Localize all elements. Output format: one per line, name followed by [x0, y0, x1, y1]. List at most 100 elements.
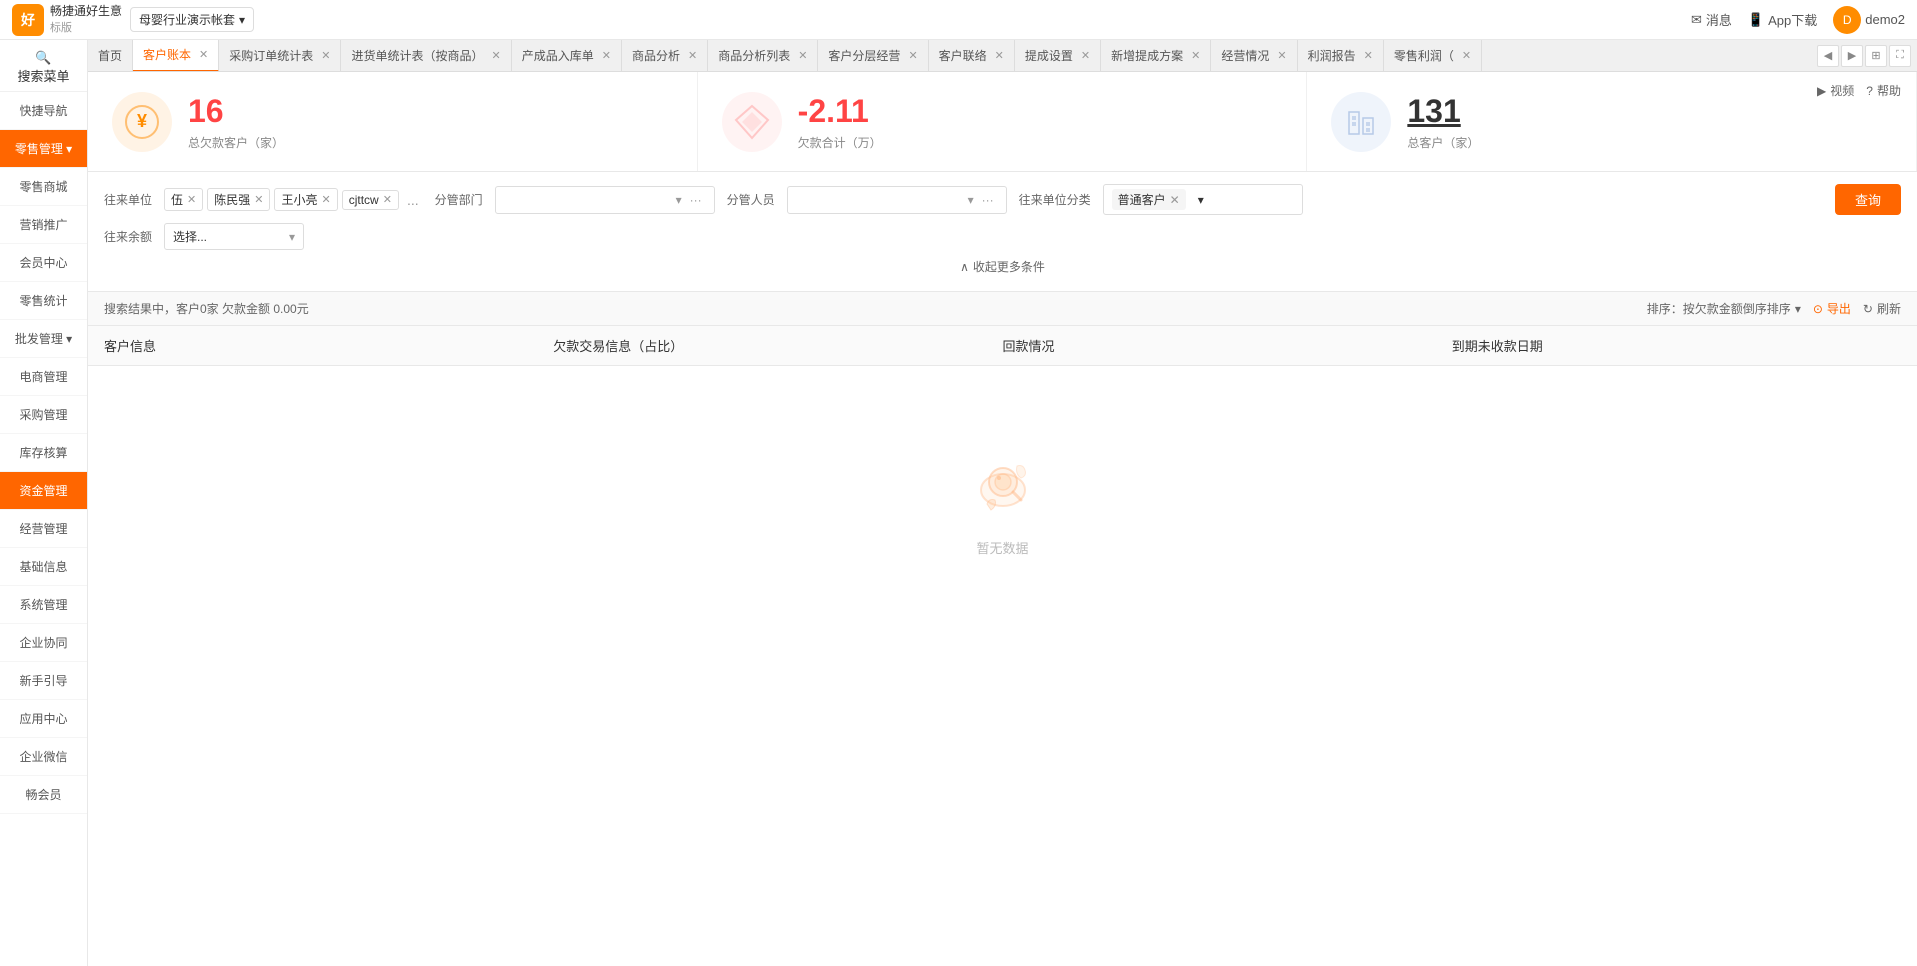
top-bar: 好 畅捷通好生意 标版 母婴行业演示帐套 ▾ ✉ 消息 📱 App下载 D de…	[0, 0, 1917, 40]
tab-business-status[interactable]: 经营情况 ✕	[1211, 40, 1297, 72]
collapse-label: 收起更多条件	[973, 258, 1045, 275]
stat-label-amount: 欠款合计（万）	[798, 134, 882, 151]
sidebar-item-enterprise-wechat[interactable]: 企业微信	[0, 738, 87, 776]
sidebar-search[interactable]: 🔍 搜索菜单	[0, 40, 87, 92]
sidebar-item-ecommerce[interactable]: 电商管理	[0, 358, 87, 396]
collapse-button[interactable]: ∧ 收起更多条件	[952, 254, 1053, 279]
dept-label: 分管部门	[435, 191, 483, 208]
query-button[interactable]: 查询	[1835, 184, 1901, 215]
result-bar: 搜索结果中，客户0家 欠款金额 0.00元 排序：按欠款金额倒序排序 ▾ ⊙ 导…	[88, 292, 1917, 326]
unit-tag-wang[interactable]: 王小亮 ✕	[274, 188, 337, 211]
sidebar-item-basic-info[interactable]: 基础信息	[0, 548, 87, 586]
tab-new-commission[interactable]: 新增提成方案 ✕	[1101, 40, 1211, 72]
sidebar-purchase-label: 采购管理	[19, 408, 67, 422]
tab-close-icon[interactable]: ✕	[199, 48, 208, 61]
app-download-button[interactable]: 📱 App下载	[1748, 10, 1817, 29]
tab-retail-profit-label: 零售利润（	[1394, 47, 1454, 64]
sidebar-item-enterprise[interactable]: 企业协同	[0, 624, 87, 662]
tab-close-icon[interactable]: ✕	[1191, 49, 1200, 62]
tab-customer-ledger[interactable]: 客户账本 ✕	[133, 40, 219, 72]
sidebar-item-retail-mall[interactable]: 零售商城	[0, 168, 87, 206]
tab-stock-stats[interactable]: 进货单统计表（按商品） ✕	[341, 40, 511, 72]
sidebar-item-inventory[interactable]: 库存核算	[0, 434, 87, 472]
sidebar-item-finance[interactable]: 资金管理	[0, 472, 87, 510]
sidebar-item-purchase[interactable]: 采购管理	[0, 396, 87, 434]
sidebar-item-app-center[interactable]: 应用中心	[0, 700, 87, 738]
unit-tag-cj-close-icon[interactable]: ✕	[383, 193, 392, 206]
tab-finished-goods[interactable]: 产成品入库单 ✕	[512, 40, 622, 72]
tab-product-analysis-list[interactable]: 商品分析列表 ✕	[708, 40, 818, 72]
classify-select[interactable]: 普通客户 ✕ ▾	[1103, 184, 1303, 215]
tab-close-icon[interactable]: ✕	[1081, 49, 1090, 62]
tab-expand-button[interactable]: ⊞	[1865, 45, 1887, 67]
tab-close-icon[interactable]: ✕	[995, 49, 1004, 62]
sidebar-item-marketing[interactable]: 营销推广	[0, 206, 87, 244]
person-select[interactable]: ▾ ···	[787, 186, 1007, 214]
tab-customer-contact[interactable]: 客户联络 ✕	[929, 40, 1015, 72]
person-arrow-icon: ▾	[968, 193, 974, 207]
tab-close-icon[interactable]: ✕	[798, 49, 807, 62]
sidebar-item-wholesale[interactable]: 批发管理 ▾	[0, 320, 87, 358]
tab-retail-profit[interactable]: 零售利润（ ✕	[1384, 40, 1482, 72]
unit-tag-cj[interactable]: cjttcw ✕	[342, 190, 399, 210]
tab-close-icon[interactable]: ✕	[602, 49, 611, 62]
remaining-select[interactable]: 选择... ▾	[164, 223, 304, 250]
unit-tag-wu[interactable]: 伍 ✕	[164, 188, 203, 211]
tab-profit-report[interactable]: 利润报告 ✕	[1298, 40, 1384, 72]
tab-product-analysis[interactable]: 商品分析 ✕	[622, 40, 708, 72]
sidebar-search-label: 搜索菜单	[17, 69, 69, 84]
logo-area: 好 畅捷通好生意 标版	[12, 4, 122, 36]
tab-prev-button[interactable]: ◀	[1817, 45, 1839, 67]
sidebar-item-system[interactable]: 系统管理	[0, 586, 87, 624]
unit-tag-wu-text: 伍	[171, 191, 183, 208]
tab-close-icon[interactable]: ✕	[688, 49, 697, 62]
tab-customer-layer[interactable]: 客户分层经营 ✕	[818, 40, 928, 72]
version-select[interactable]: 母婴行业演示帐套 ▾	[130, 7, 254, 32]
tab-close-icon[interactable]: ✕	[1364, 49, 1373, 62]
tab-close-icon[interactable]: ✕	[1462, 49, 1471, 62]
sort-label: 排序：按欠款金额倒序排序 ▾	[1647, 300, 1801, 317]
unit-more-button[interactable]: ...	[403, 190, 423, 210]
download-label: App下载	[1768, 10, 1817, 29]
sidebar-item-retail-mgmt[interactable]: 零售管理 ▾	[0, 130, 87, 168]
dept-extra-icon[interactable]: ···	[686, 191, 706, 209]
tab-next-button[interactable]: ▶	[1841, 45, 1863, 67]
tab-bar: 首页 客户账本 ✕ 采购订单统计表 ✕ 进货单统计表（按商品） ✕ 产成品入库单…	[88, 40, 1917, 72]
sidebar-item-members[interactable]: 会员中心	[0, 244, 87, 282]
help-button[interactable]: ? 帮助	[1866, 82, 1901, 99]
sidebar-item-retail-stats[interactable]: 零售统计	[0, 282, 87, 320]
tab-close-icon[interactable]: ✕	[1277, 49, 1286, 62]
sidebar-item-quick-nav[interactable]: 快捷导航	[0, 92, 87, 130]
sidebar-item-operations[interactable]: 经营管理	[0, 510, 87, 548]
tab-fullscreen-button[interactable]: ⛶	[1889, 45, 1911, 67]
tab-commission-settings[interactable]: 提成设置 ✕	[1015, 40, 1101, 72]
unit-tag-chen-close-icon[interactable]: ✕	[254, 193, 263, 206]
person-extra-icon[interactable]: ···	[978, 191, 998, 209]
refresh-button[interactable]: ↻ 刷新	[1863, 300, 1901, 317]
sidebar-operations-label: 经营管理	[19, 522, 67, 536]
unit-tag-wu-close-icon[interactable]: ✕	[187, 193, 196, 206]
tab-purchase-order-stats[interactable]: 采购订单统计表 ✕	[219, 40, 341, 72]
user-profile-button[interactable]: D demo2	[1833, 6, 1905, 34]
message-button[interactable]: ✉ 消息	[1691, 10, 1732, 29]
sidebar-item-newbie[interactable]: 新手引导	[0, 662, 87, 700]
unit-tag-chen[interactable]: 陈民强 ✕	[207, 188, 270, 211]
dept-select[interactable]: ▾ ···	[495, 186, 715, 214]
video-button[interactable]: ▶ 视频	[1817, 82, 1854, 99]
table-col-repayment: 回款情况	[1003, 336, 1452, 355]
empty-state-icon	[963, 446, 1043, 526]
classify-tag-normal[interactable]: 普通客户 ✕	[1112, 189, 1186, 210]
unit-tag-wang-close-icon[interactable]: ✕	[322, 193, 331, 206]
tab-close-icon[interactable]: ✕	[492, 49, 501, 62]
result-info: 搜索结果中，客户0家 欠款金额 0.00元	[104, 300, 309, 317]
tab-business-status-label: 经营情况	[1221, 47, 1269, 64]
classify-tag-close-icon[interactable]: ✕	[1170, 193, 1180, 207]
sidebar-retail-mall-label: 零售商城	[19, 180, 67, 194]
tab-close-icon[interactable]: ✕	[908, 49, 917, 62]
version-arrow-icon: ▾	[239, 13, 245, 27]
sidebar-item-chang-member[interactable]: 畅会员	[0, 776, 87, 814]
building-icon	[1341, 102, 1381, 142]
tab-close-icon[interactable]: ✕	[321, 49, 330, 62]
export-button[interactable]: ⊙ 导出	[1813, 300, 1851, 317]
tab-home[interactable]: 首页	[88, 40, 133, 72]
